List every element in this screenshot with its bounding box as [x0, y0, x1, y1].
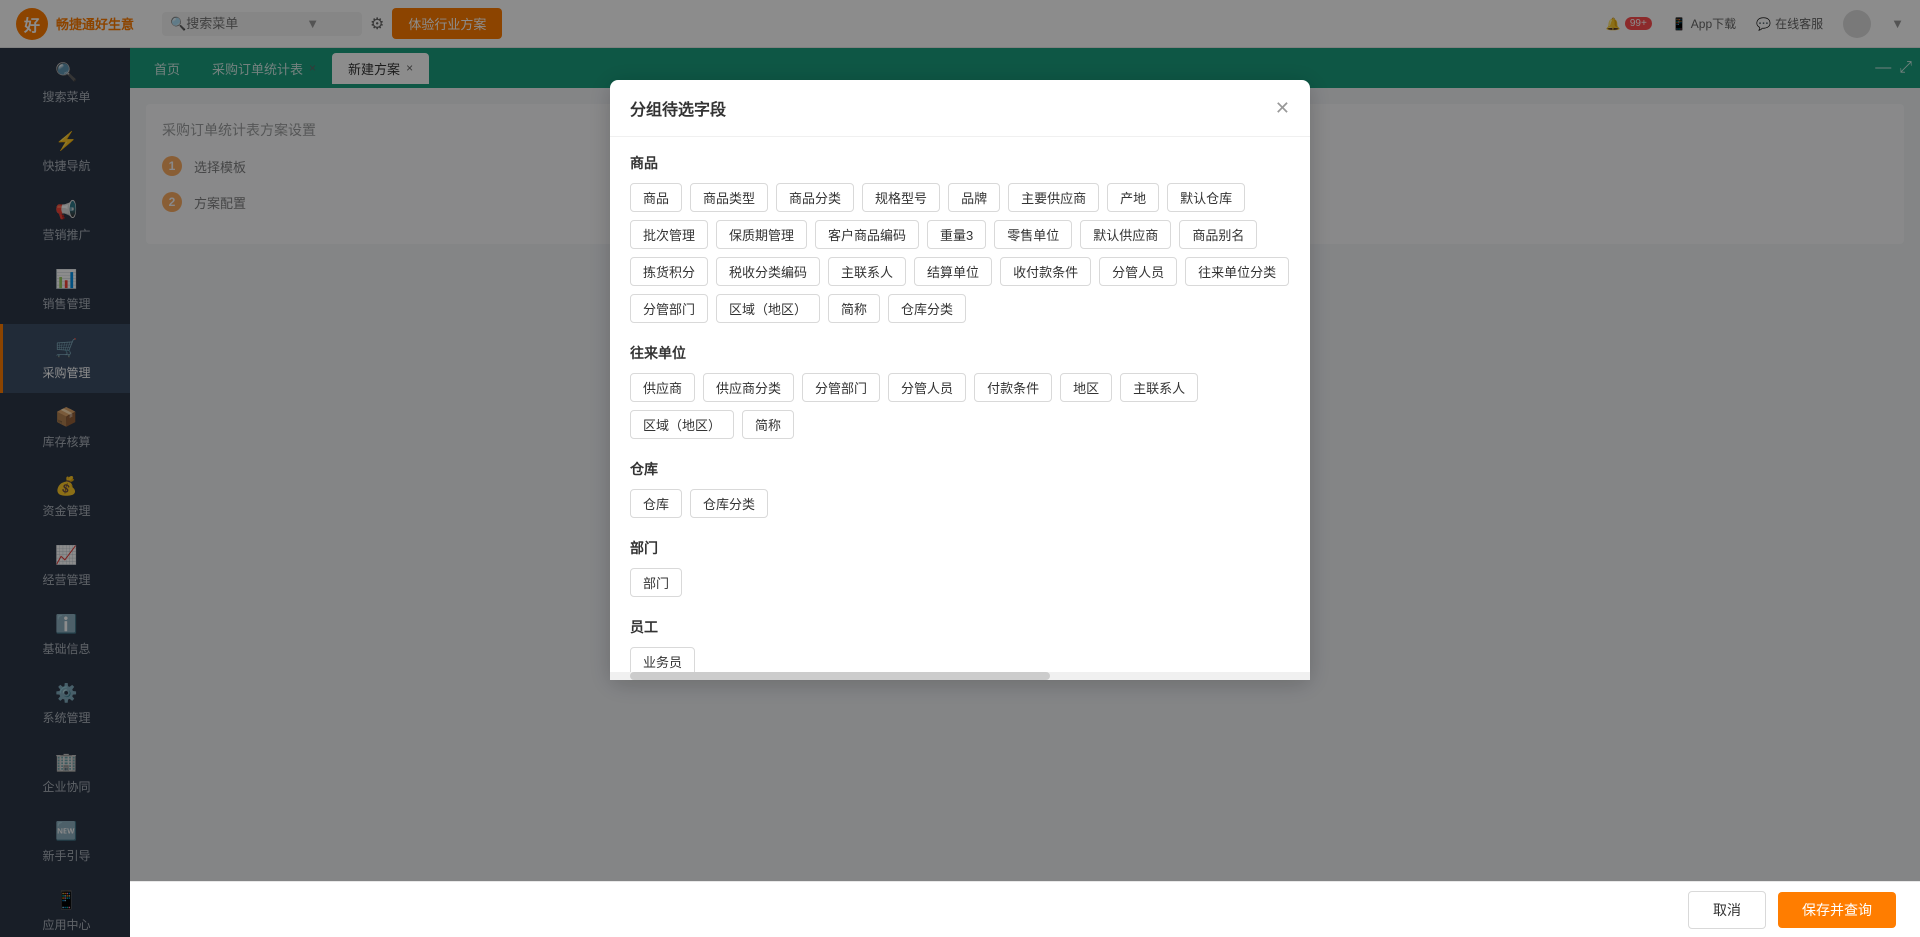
field-tag[interactable]: 产地 — [1107, 183, 1159, 212]
field-tag[interactable]: 简称 — [828, 294, 880, 323]
field-tag[interactable]: 业务员 — [630, 647, 695, 672]
field-tag[interactable]: 重量3 — [927, 220, 986, 249]
field-tag[interactable]: 商品分类 — [776, 183, 854, 212]
field-section-goods: 商品商品商品类型商品分类规格型号品牌主要供应商产地默认仓库批次管理保质期管理客户… — [630, 153, 1290, 323]
field-tag[interactable]: 结算单位 — [914, 257, 992, 286]
bottom-bar: 取消 保存并查询 — [130, 881, 1920, 937]
field-tag[interactable]: 主联系人 — [828, 257, 906, 286]
modal-header: 分组待选字段 ✕ — [610, 80, 1310, 137]
field-tag[interactable]: 商品类型 — [690, 183, 768, 212]
field-tag[interactable]: 商品 — [630, 183, 682, 212]
field-tag[interactable]: 区域（地区） — [716, 294, 820, 323]
field-tag[interactable]: 主联系人 — [1120, 373, 1198, 402]
field-tag[interactable]: 保质期管理 — [716, 220, 807, 249]
section-title-employee: 员工 — [630, 617, 1290, 637]
field-tags-counterpart: 供应商供应商分类分管部门分管人员付款条件地区主联系人区域（地区） 简称 — [630, 373, 1290, 439]
section-title-department: 部门 — [630, 538, 1290, 558]
field-tag[interactable]: 区域（地区） — [630, 410, 734, 439]
field-tag[interactable]: 税收分类编码 — [716, 257, 820, 286]
field-tag[interactable]: 地区 — [1060, 373, 1112, 402]
modal-scroll-thumb[interactable] — [630, 672, 1050, 680]
field-tag[interactable]: 分管部门 — [802, 373, 880, 402]
field-tag[interactable]: 规格型号 — [862, 183, 940, 212]
field-tag[interactable]: 分管人员 — [888, 373, 966, 402]
field-tag[interactable]: 商品别名 — [1179, 220, 1257, 249]
field-tag[interactable]: 分管人员 — [1099, 257, 1177, 286]
section-title-counterpart: 往来单位 — [630, 343, 1290, 363]
field-tag[interactable]: 仓库 — [630, 489, 682, 518]
field-tag[interactable]: 默认仓库 — [1167, 183, 1245, 212]
field-tag[interactable]: 品牌 — [948, 183, 1000, 212]
field-tag[interactable]: 往来单位分类 — [1185, 257, 1289, 286]
field-tag[interactable]: 零售单位 — [994, 220, 1072, 249]
field-section-warehouse: 仓库仓库仓库分类 — [630, 459, 1290, 518]
cancel-button[interactable]: 取消 — [1688, 891, 1766, 929]
field-section-counterpart: 往来单位供应商供应商分类分管部门分管人员付款条件地区主联系人区域（地区） 简称 — [630, 343, 1290, 439]
field-tag[interactable]: 简称 — [742, 410, 794, 439]
field-tag[interactable]: 客户商品编码 — [815, 220, 919, 249]
field-tags-warehouse: 仓库仓库分类 — [630, 489, 1290, 518]
field-tag[interactable]: 部门 — [630, 568, 682, 597]
modal-scroll-track[interactable] — [610, 672, 1310, 680]
section-title-goods: 商品 — [630, 153, 1290, 173]
modal-body: 商品商品商品类型商品分类规格型号品牌主要供应商产地默认仓库批次管理保质期管理客户… — [610, 137, 1310, 672]
modal-title: 分组待选字段 — [630, 96, 726, 120]
field-tag[interactable]: 批次管理 — [630, 220, 708, 249]
field-tag[interactable]: 供应商分类 — [703, 373, 794, 402]
field-section-department: 部门部门 — [630, 538, 1290, 597]
save-button[interactable]: 保存并查询 — [1778, 892, 1896, 928]
modal-overlay: 分组待选字段 ✕ 商品商品商品类型商品分类规格型号品牌主要供应商产地默认仓库批次… — [0, 0, 1920, 937]
field-tag[interactable]: 主要供应商 — [1008, 183, 1099, 212]
field-tag[interactable]: 拣货积分 — [630, 257, 708, 286]
modal-dialog: 分组待选字段 ✕ 商品商品商品类型商品分类规格型号品牌主要供应商产地默认仓库批次… — [610, 80, 1310, 680]
field-tag[interactable]: 仓库分类 — [690, 489, 768, 518]
field-section-employee: 员工业务员 — [630, 617, 1290, 672]
section-title-warehouse: 仓库 — [630, 459, 1290, 479]
modal-close-button[interactable]: ✕ — [1275, 99, 1290, 117]
field-tag[interactable]: 仓库分类 — [888, 294, 966, 323]
field-tag[interactable]: 收付款条件 — [1000, 257, 1091, 286]
field-tags-employee: 业务员 — [630, 647, 1290, 672]
field-tags-department: 部门 — [630, 568, 1290, 597]
field-tag[interactable]: 供应商 — [630, 373, 695, 402]
field-tag[interactable]: 分管部门 — [630, 294, 708, 323]
field-tags-goods: 商品商品类型商品分类规格型号品牌主要供应商产地默认仓库批次管理保质期管理客户商品… — [630, 183, 1290, 323]
field-tag[interactable]: 默认供应商 — [1080, 220, 1171, 249]
field-tag[interactable]: 付款条件 — [974, 373, 1052, 402]
